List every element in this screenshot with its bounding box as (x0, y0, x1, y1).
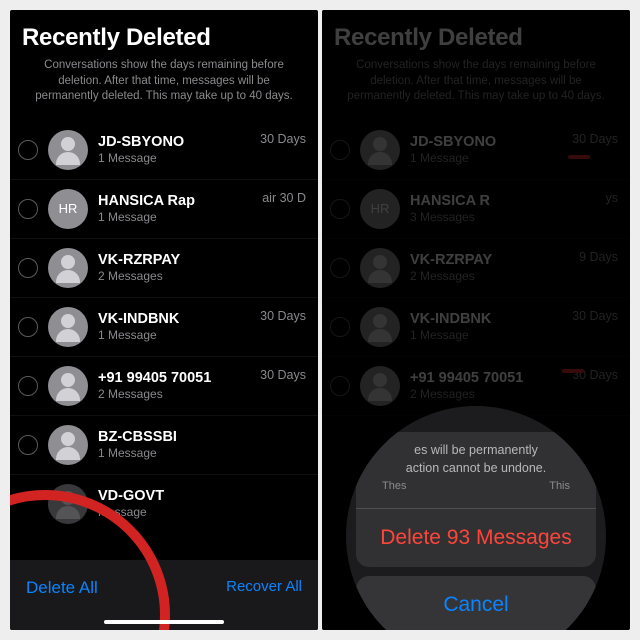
delete-messages-button[interactable]: Delete 93 Messages (356, 509, 596, 567)
select-radio (330, 199, 350, 219)
header: Recently Deleted Conversations show the … (322, 10, 630, 111)
avatar (360, 307, 400, 347)
action-sheet: es will be permanently action cannot be … (356, 432, 596, 567)
page-title: Recently Deleted (22, 24, 306, 52)
annotation-strip (562, 369, 584, 373)
avatar (48, 425, 88, 465)
days-remaining: air 30 D (262, 191, 306, 205)
hint-right: This (549, 479, 570, 494)
days-remaining: 30 Days (572, 309, 618, 323)
list-item: VK-INDBNK 1 Message 30 Days (322, 298, 630, 357)
list-item[interactable]: VK-RZRPAY 2 Messages (10, 239, 318, 298)
message-count: 1 Message (98, 210, 256, 224)
select-radio[interactable] (18, 317, 38, 337)
contact-name: VK-RZRPAY (98, 252, 300, 268)
select-radio[interactable] (18, 258, 38, 278)
message-count: 1 Message (98, 328, 254, 342)
message-count: 2 Messages (98, 269, 300, 283)
header: Recently Deleted Conversations show the … (10, 10, 318, 111)
action-sheet-message: es will be permanently action cannot be … (356, 432, 596, 509)
list-item[interactable]: HR HANSICA Rap 1 Message air 30 D (10, 180, 318, 239)
message-count: 2 Messages (98, 387, 254, 401)
avatar (360, 366, 400, 406)
list-item: JD-SBYONO 1 Message 30 Days (322, 121, 630, 180)
avatar (48, 366, 88, 406)
contact-name: VD-GOVT (98, 488, 306, 504)
contact-name: HANSICA Rap (98, 193, 256, 209)
conversation-list: JD-SBYONO 1 Message 30 Days HR HANSICA R… (322, 121, 630, 416)
message-count: 1 Message (98, 446, 300, 460)
contact-name: VK-INDBNK (410, 311, 566, 327)
select-radio (330, 376, 350, 396)
contact-name: JD-SBYONO (410, 134, 566, 150)
avatar: HR (360, 189, 400, 229)
page-subtitle: Conversations show the days remaining be… (22, 58, 306, 105)
list-item[interactable]: BZ-CBSSBI 1 Message (10, 416, 318, 475)
contact-name: +91 99405 70051 (410, 370, 566, 386)
contact-name: HANSICA R (410, 193, 600, 209)
conversation-list: JD-SBYONO 1 Message 30 Days HR HANSICA R… (10, 121, 318, 533)
delete-all-button[interactable]: Delete All (26, 578, 98, 598)
magnifier-annotation: es will be permanently action cannot be … (346, 406, 606, 630)
select-radio (330, 317, 350, 337)
message-count: 1 Message (98, 151, 254, 165)
message-count: 1 Message (410, 328, 566, 342)
cancel-button[interactable]: Cancel (356, 576, 596, 630)
left-screenshot: Recently Deleted Conversations show the … (10, 10, 318, 630)
avatar (360, 130, 400, 170)
list-item: VK-RZRPAY 2 Messages 9 Days (322, 239, 630, 298)
avatar (360, 248, 400, 288)
page-subtitle: Conversations show the days remaining be… (334, 58, 618, 105)
message-count: Message (98, 505, 306, 519)
select-radio (330, 258, 350, 278)
recover-all-button[interactable]: Recover All (226, 578, 302, 595)
message-count: 3 Messages (410, 210, 600, 224)
avatar (48, 484, 88, 524)
contact-name: VK-INDBNK (98, 311, 254, 327)
message-count: 2 Messages (410, 387, 566, 401)
avatar (48, 248, 88, 288)
days-remaining: ys (606, 191, 619, 205)
annotation-strip (568, 155, 590, 159)
page-title: Recently Deleted (334, 24, 618, 52)
days-remaining: 9 Days (579, 250, 618, 264)
list-item[interactable]: JD-SBYONO 1 Message 30 Days (10, 121, 318, 180)
right-screenshot: Recently Deleted Conversations show the … (322, 10, 630, 630)
message-count: 1 Message (410, 151, 566, 165)
contact-name: VK-RZRPAY (410, 252, 573, 268)
select-radio (330, 140, 350, 160)
contact-name: JD-SBYONO (98, 134, 254, 150)
hint-left: Thes (382, 479, 406, 494)
list-item[interactable]: VD-GOVT Message (10, 475, 318, 533)
days-remaining: 30 Days (260, 368, 306, 382)
list-item[interactable]: +91 99405 70051 2 Messages 30 Days (10, 357, 318, 416)
days-remaining: 30 Days (572, 132, 618, 146)
contact-name: +91 99405 70051 (98, 370, 254, 386)
message-count: 2 Messages (410, 269, 573, 283)
days-remaining: 30 Days (260, 309, 306, 323)
avatar: HR (48, 189, 88, 229)
avatar (48, 307, 88, 347)
contact-name: BZ-CBSSBI (98, 429, 300, 445)
avatar (48, 130, 88, 170)
days-remaining: 30 Days (260, 132, 306, 146)
select-radio[interactable] (18, 435, 38, 455)
home-indicator (104, 620, 224, 624)
list-item[interactable]: VK-INDBNK 1 Message 30 Days (10, 298, 318, 357)
list-item: HR HANSICA R 3 Messages ys (322, 180, 630, 239)
select-radio[interactable] (18, 376, 38, 396)
select-radio[interactable] (18, 140, 38, 160)
select-radio[interactable] (18, 199, 38, 219)
